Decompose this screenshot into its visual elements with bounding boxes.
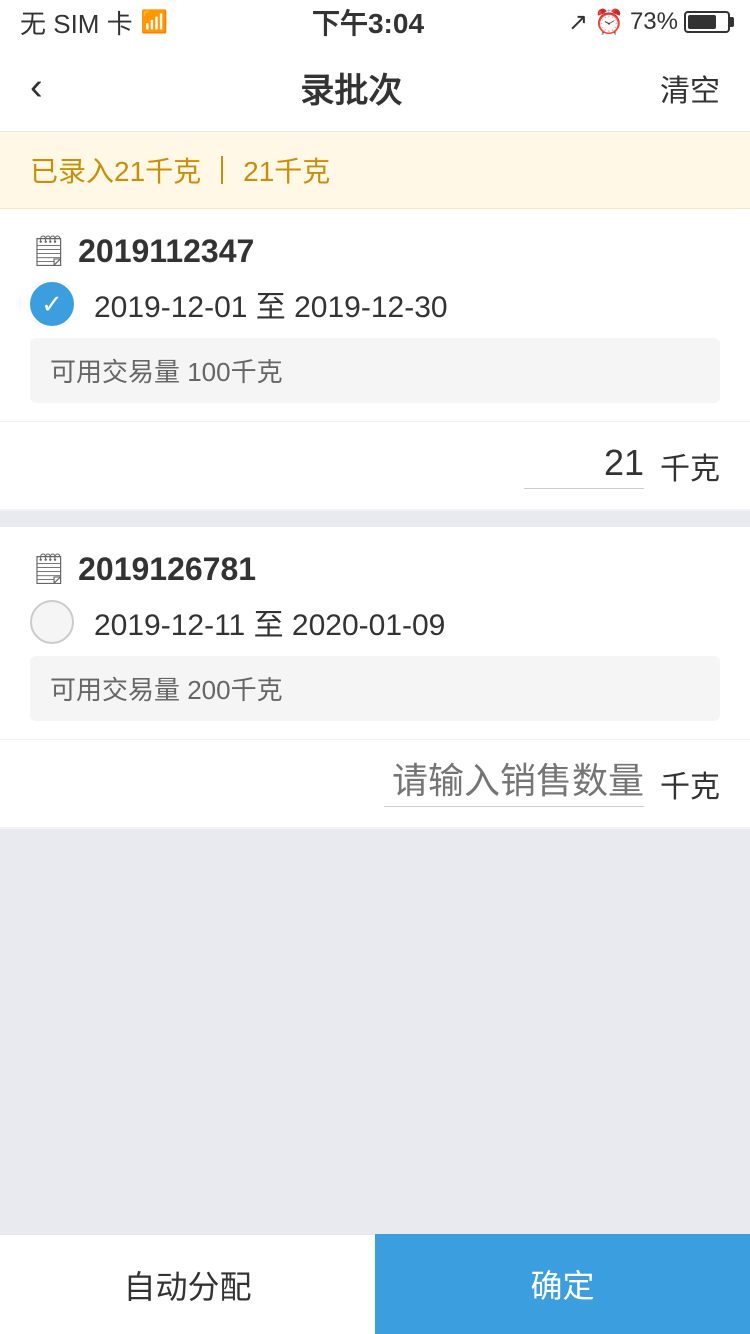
batch-icon-1: 🗒 <box>30 234 68 269</box>
carrier-text: 无 SIM 卡 <box>20 4 133 41</box>
battery-percent: 73% <box>630 8 678 36</box>
confirm-button[interactable]: 确定 <box>375 1234 750 1334</box>
batch-number-1: 2019112347 <box>78 233 254 270</box>
empty-area <box>0 829 750 1269</box>
batch-row-1[interactable]: ✓ 2019-12-01 至 2019-12-30 <box>0 270 750 338</box>
batch-header-1: 🗒 2019112347 <box>0 209 750 270</box>
status-bar: 无 SIM 卡 📶 下午3:04 ↗ ⏰ 73% <box>0 0 750 44</box>
amount-input-1[interactable] <box>524 442 644 484</box>
auto-distribute-button[interactable]: 自动分配 <box>0 1234 375 1334</box>
batch-icon-2: 🗒 <box>30 552 68 587</box>
section-separator <box>0 511 750 527</box>
amount-input-2[interactable] <box>384 760 644 802</box>
batch-header-2: 🗒 2019126781 <box>0 527 750 588</box>
battery-icon <box>684 11 730 33</box>
amount-unit-2: 千克 <box>660 762 720 806</box>
total-amount: 21千克 <box>243 150 330 190</box>
batch-date-1: 2019-12-01 至 2019-12-30 <box>94 282 448 326</box>
alarm-icon: ⏰ <box>594 8 624 37</box>
batch-card-2: 🗒 2019126781 2019-12-11 至 2020-01-09 可用交… <box>0 527 750 827</box>
summary-bar: 已录入21千克 21千克 <box>0 132 750 209</box>
batch-number-2: 2019126781 <box>78 551 256 588</box>
amount-input-wrapper-1[interactable] <box>524 442 644 489</box>
location-icon: ↗ <box>568 8 588 37</box>
batch-row-2[interactable]: 2019-12-11 至 2020-01-09 <box>0 588 750 656</box>
availability-2: 可用交易量 200千克 <box>30 656 720 721</box>
availability-1: 可用交易量 100千克 <box>30 338 720 403</box>
batch-card-1: 🗒 2019112347 ✓ 2019-12-01 至 2019-12-30 可… <box>0 209 750 509</box>
summary-divider <box>221 156 223 184</box>
recorded-amount: 已录入21千克 <box>30 150 201 190</box>
page-title: 录批次 <box>300 63 402 112</box>
clear-button[interactable]: 清空 <box>660 66 720 110</box>
batch-date-2: 2019-12-11 至 2020-01-09 <box>94 600 445 644</box>
check-icon-1: ✓ <box>41 291 63 317</box>
bottom-bar: 自动分配 确定 <box>0 1234 750 1334</box>
amount-row-2: 千克 <box>0 739 750 827</box>
amount-unit-1: 千克 <box>660 444 720 488</box>
time-display: 下午3:04 <box>312 2 424 42</box>
radio-button-2[interactable] <box>30 600 74 644</box>
radio-button-1[interactable]: ✓ <box>30 282 74 326</box>
nav-bar: ‹ 录批次 清空 <box>0 44 750 132</box>
amount-row-1: 千克 <box>0 421 750 509</box>
amount-input-wrapper-2[interactable] <box>384 760 644 807</box>
status-right: ↗ ⏰ 73% <box>568 8 730 37</box>
wifi-icon: 📶 <box>141 9 168 35</box>
status-left: 无 SIM 卡 📶 <box>20 4 168 41</box>
back-button[interactable]: ‹ <box>30 66 43 109</box>
